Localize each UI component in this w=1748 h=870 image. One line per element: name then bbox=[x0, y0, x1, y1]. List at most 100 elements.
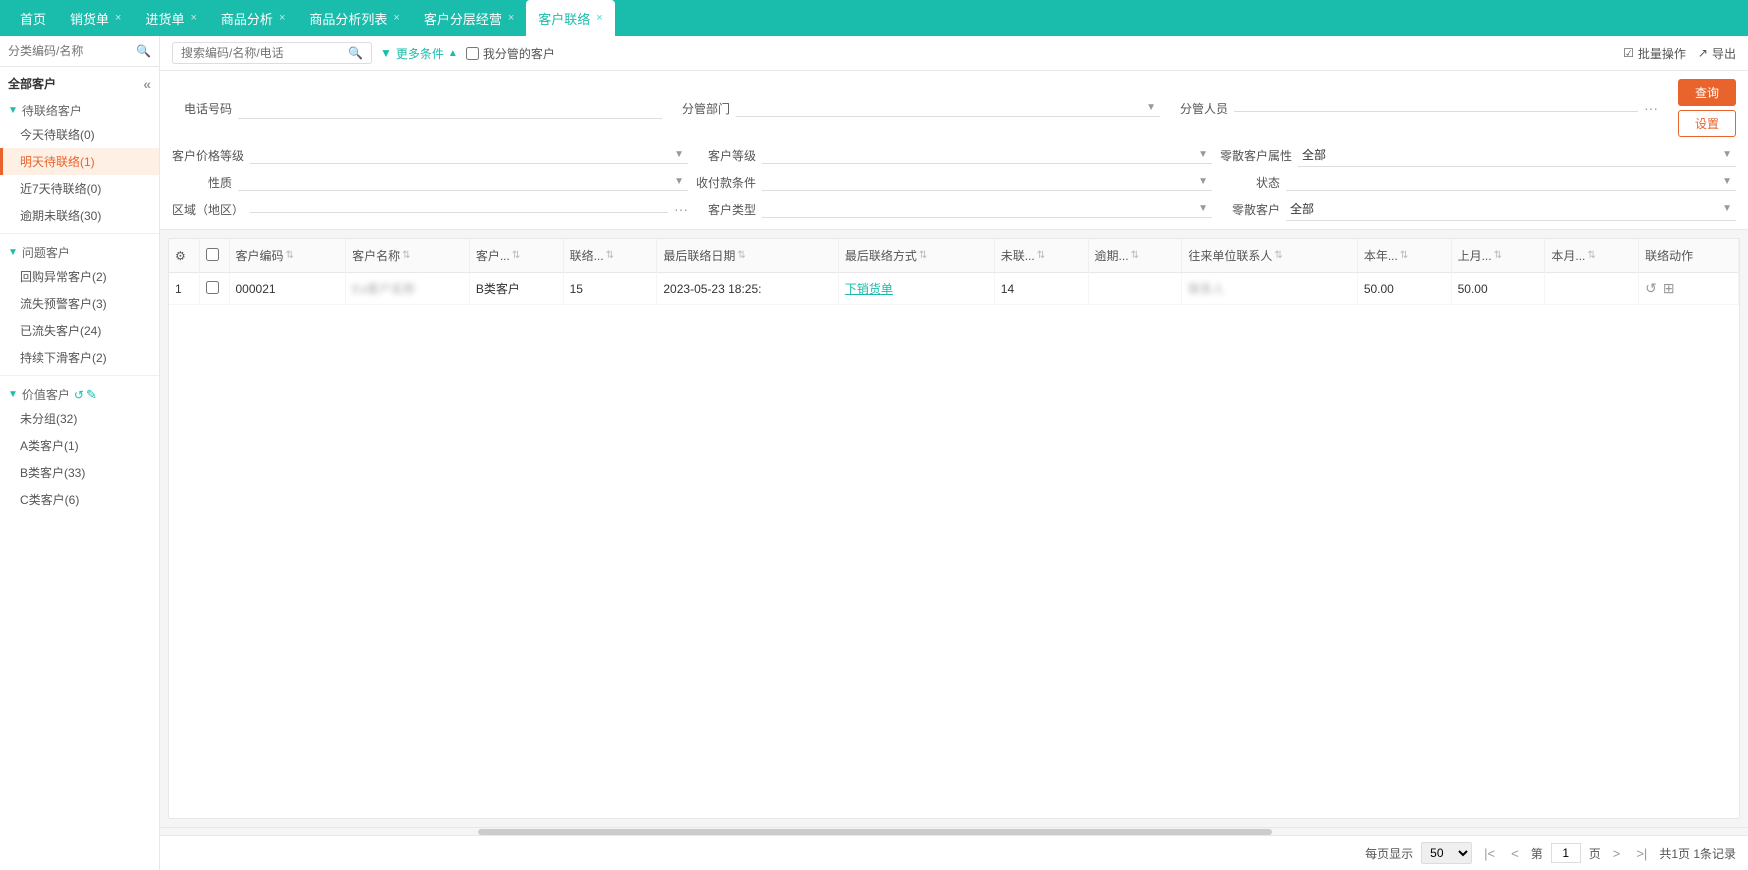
sort-icon[interactable]: ⇅ bbox=[737, 250, 745, 261]
close-icon[interactable]: × bbox=[393, 12, 399, 24]
sort-icon[interactable]: ⇅ bbox=[606, 250, 614, 261]
sort-icon[interactable]: ⇅ bbox=[1037, 250, 1045, 261]
sort-icon[interactable]: ⇅ bbox=[1400, 250, 1408, 261]
last-contact-link[interactable]: 下销货单 bbox=[845, 282, 893, 296]
export-icon: ↗ bbox=[1698, 46, 1708, 60]
sidebar-item-7days[interactable]: 近7天待联络(0) bbox=[0, 175, 159, 202]
filter-actions: 查询 设置 bbox=[1678, 79, 1736, 137]
nav-item-customer-contact[interactable]: 客户联络 × bbox=[526, 0, 614, 36]
sidebar-item-ungrouped[interactable]: 未分组(32) bbox=[0, 405, 159, 432]
filter-phone: 电话号码 bbox=[172, 98, 662, 119]
set-button[interactable]: 设置 bbox=[1678, 110, 1736, 137]
retail-attr-label: 零散客户属性 bbox=[1220, 147, 1292, 164]
refresh-icon[interactable]: ↺ bbox=[74, 388, 84, 402]
select-all-checkbox[interactable] bbox=[206, 248, 219, 261]
table-area: ⚙ 客户编码⇅ 客户名称⇅ 客户...⇅ 联络...⇅ 最后联络日期⇅ 最后联络… bbox=[168, 238, 1740, 819]
payment-select[interactable]: ▼ bbox=[762, 173, 1212, 191]
sidebar-item-a-class[interactable]: A类客户(1) bbox=[0, 432, 159, 459]
region-select[interactable] bbox=[250, 206, 668, 213]
cell-un-contact: 14 bbox=[994, 273, 1088, 305]
search-icon[interactable]: 🔍 bbox=[348, 46, 363, 60]
filter-retail-customer: 零散客户 全部 ▼ bbox=[1220, 197, 1736, 221]
close-icon[interactable]: × bbox=[190, 12, 196, 24]
filter-btn[interactable]: ▼ 更多条件 ▲ bbox=[380, 45, 458, 62]
close-icon[interactable]: × bbox=[279, 12, 285, 24]
horizontal-scrollbar[interactable] bbox=[160, 827, 1748, 835]
nav-item-sales[interactable]: 销货单 × bbox=[58, 0, 133, 36]
sidebar-item-declining[interactable]: 持续下滑客户(2) bbox=[0, 344, 159, 371]
dept-select[interactable]: ▼ bbox=[736, 99, 1160, 117]
cell-last-method[interactable]: 下销货单 bbox=[838, 273, 994, 305]
col-action: 联络动作 bbox=[1639, 239, 1739, 273]
filter-customer-level: 客户等级 ▼ bbox=[696, 146, 1212, 164]
sidebar-item-tomorrow[interactable]: 明天待联络(1) bbox=[0, 148, 159, 175]
price-level-label: 客户价格等级 bbox=[172, 147, 244, 164]
my-customers-checkbox-label[interactable]: 我分管的客户 bbox=[466, 45, 555, 62]
close-icon[interactable]: × bbox=[115, 12, 121, 24]
search-input[interactable] bbox=[181, 46, 348, 60]
export-btn[interactable]: ↗ 导出 bbox=[1698, 45, 1736, 62]
sort-icon[interactable]: ⇅ bbox=[919, 250, 927, 261]
filter-row-3: 性质 ▼ 收付款条件 ▼ 状态 bbox=[172, 173, 1736, 191]
sidebar-item-repurchase-anomaly[interactable]: 回购异常客户(2) bbox=[0, 263, 159, 290]
sort-icon[interactable]: ⇅ bbox=[286, 250, 294, 261]
query-button[interactable]: 查询 bbox=[1678, 79, 1736, 106]
col-this-year: 本年...⇅ bbox=[1357, 239, 1451, 273]
batch-op-btn[interactable]: ☑ 批量操作 bbox=[1623, 45, 1686, 62]
gender-select[interactable]: ▼ bbox=[238, 173, 688, 191]
nav-item-analysis[interactable]: 商品分析 × bbox=[209, 0, 297, 36]
sidebar-search-icon[interactable]: 🔍 bbox=[136, 44, 151, 58]
edit-icon[interactable]: ✎ bbox=[86, 387, 97, 403]
scrollbar-thumb[interactable] bbox=[478, 829, 1272, 835]
retail-attr-select[interactable]: 全部 ▼ bbox=[1298, 143, 1736, 167]
chevron-down-icon: ▼ bbox=[1146, 102, 1156, 113]
retail-customer-select[interactable]: 全部 ▼ bbox=[1286, 197, 1736, 221]
per-page-select[interactable]: 50 100 200 bbox=[1421, 842, 1472, 864]
row-checkbox[interactable] bbox=[206, 281, 219, 294]
col-settings[interactable]: ⚙ bbox=[169, 239, 199, 273]
sidebar-problem-group: ▼ 问题客户 bbox=[0, 238, 159, 263]
more-dots-icon[interactable]: ··· bbox=[1644, 100, 1658, 116]
filter-customer-type: 客户类型 ▼ bbox=[696, 200, 1212, 218]
person-select[interactable] bbox=[1234, 105, 1638, 112]
sidebar-item-c-class[interactable]: C类客户(6) bbox=[0, 486, 159, 513]
prev-page-btn[interactable]: < bbox=[1507, 844, 1523, 863]
sort-icon[interactable]: ⇅ bbox=[1131, 250, 1139, 261]
customer-type-select[interactable]: ▼ bbox=[762, 200, 1212, 218]
next-page-btn[interactable]: > bbox=[1609, 844, 1625, 863]
close-icon[interactable]: × bbox=[596, 12, 602, 24]
filter-region: 区域（地区） ··· bbox=[172, 201, 688, 218]
phone-input[interactable] bbox=[238, 98, 662, 119]
nav-item-customer-ops[interactable]: 客户分层经营 × bbox=[412, 0, 526, 36]
my-customers-checkbox[interactable] bbox=[466, 47, 479, 60]
sort-icon[interactable]: ⇅ bbox=[402, 250, 410, 261]
more-dots-icon[interactable]: ··· bbox=[674, 201, 688, 217]
last-page-btn[interactable]: >| bbox=[1632, 844, 1651, 863]
nav-item-purchase[interactable]: 进货单 × bbox=[133, 0, 208, 36]
nav-item-home[interactable]: 首页 bbox=[8, 0, 58, 36]
sidebar-item-churned[interactable]: 已流失客户(24) bbox=[0, 317, 159, 344]
sort-icon[interactable]: ⇅ bbox=[1587, 250, 1595, 261]
sidebar-search-input[interactable] bbox=[8, 44, 136, 58]
sort-icon[interactable]: ⇅ bbox=[1494, 250, 1502, 261]
sidebar-item-today[interactable]: 今天待联络(0) bbox=[0, 121, 159, 148]
price-level-select[interactable]: ▼ bbox=[250, 146, 688, 164]
sidebar-item-b-class[interactable]: B类客户(33) bbox=[0, 459, 159, 486]
refresh-action-icon[interactable]: ↺ bbox=[1645, 280, 1657, 297]
cell-checkbox[interactable] bbox=[199, 273, 229, 305]
sidebar-all-customers[interactable]: 全部客户 « bbox=[0, 67, 159, 96]
sort-icon[interactable]: ⇅ bbox=[512, 250, 520, 261]
collapse-icon[interactable]: « bbox=[143, 76, 151, 92]
sort-icon[interactable]: ⇅ bbox=[1274, 250, 1282, 261]
grid-action-icon[interactable]: ⊞ bbox=[1663, 280, 1675, 297]
sidebar-item-churn-warning[interactable]: 流失预警客户(3) bbox=[0, 290, 159, 317]
customer-level-select[interactable]: ▼ bbox=[762, 146, 1212, 164]
first-page-btn[interactable]: |< bbox=[1480, 844, 1499, 863]
search-box[interactable]: 🔍 bbox=[172, 42, 372, 64]
sidebar-item-overdue[interactable]: 逾期未联络(30) bbox=[0, 202, 159, 229]
status-select[interactable]: ▼ bbox=[1286, 173, 1736, 191]
triangle-icon: ▼ bbox=[8, 105, 18, 116]
nav-item-analysis-list[interactable]: 商品分析列表 × bbox=[297, 0, 411, 36]
page-input[interactable] bbox=[1551, 843, 1581, 863]
close-icon[interactable]: × bbox=[508, 12, 514, 24]
